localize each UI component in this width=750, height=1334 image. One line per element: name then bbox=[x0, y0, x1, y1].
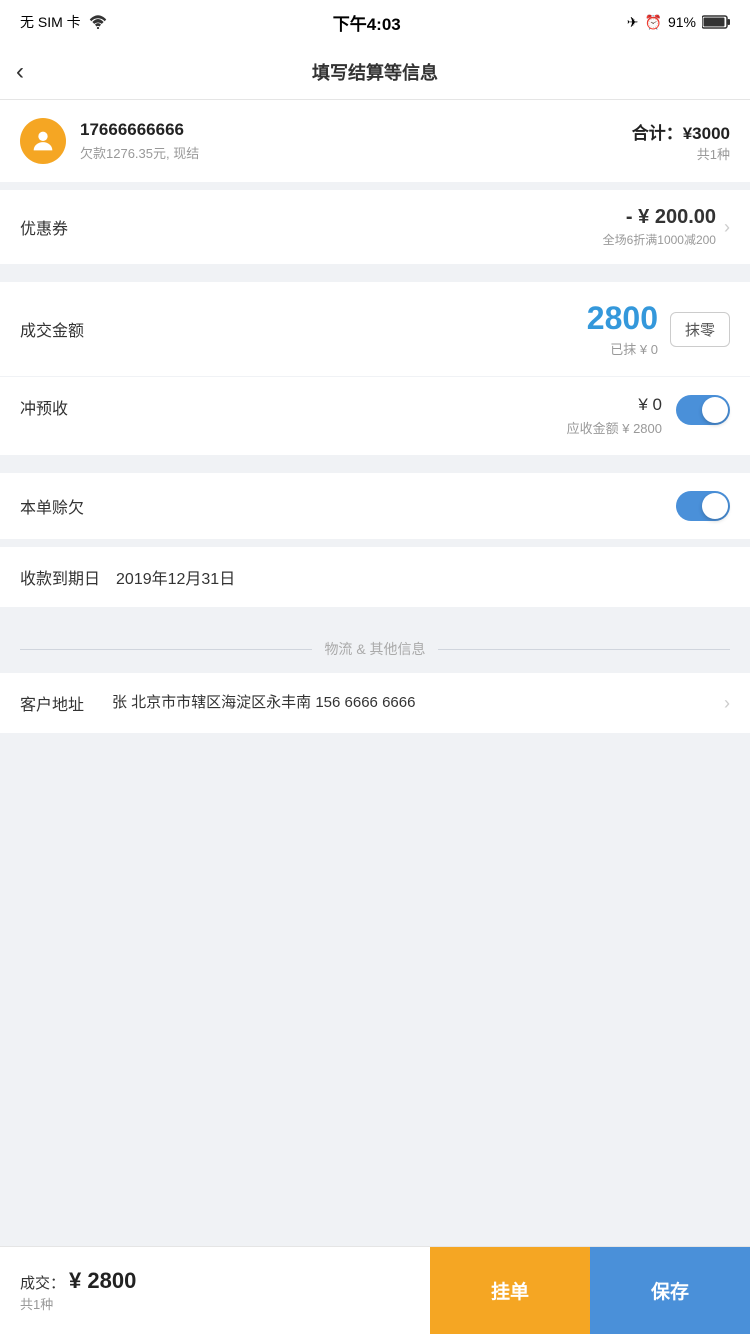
debt-row: 本单赊欠 bbox=[0, 473, 750, 539]
avatar-icon bbox=[29, 127, 57, 155]
nav-bar: ‹ 填写结算等信息 bbox=[0, 44, 750, 100]
prepayment-sub: 应收金额 ¥ 2800 bbox=[567, 418, 662, 437]
amount-block: 2800 已抹 ¥ 0 bbox=[587, 300, 658, 358]
status-time: 下午4:03 bbox=[333, 10, 401, 35]
debt-label: 本单赊欠 bbox=[20, 494, 84, 518]
save-button[interactable]: 保存 bbox=[590, 1247, 750, 1334]
page-title: 填写结算等信息 bbox=[312, 59, 438, 85]
divider-line-left bbox=[20, 649, 312, 650]
customer-left: 17666666666 欠款1276.35元, 现结 bbox=[20, 118, 199, 164]
coupon-right: - ¥ 200.00 全场6折满1000减200 › bbox=[603, 206, 730, 248]
coupon-desc: 全场6折满1000减200 bbox=[603, 231, 716, 248]
coupon-detail: - ¥ 200.00 全场6折满1000减200 bbox=[603, 206, 716, 248]
address-value: 张 北京市市辖区海淀区永丰南 156 6666 6666 bbox=[112, 692, 712, 715]
coupon-discount: - ¥ 200.00 bbox=[603, 206, 716, 229]
section-separator-3 bbox=[0, 615, 750, 625]
battery-icon bbox=[702, 15, 730, 29]
deal-label: 成交： bbox=[20, 1272, 65, 1293]
bottom-bar: 成交： ¥ 2800 共1种 挂单 保存 bbox=[0, 1246, 750, 1334]
due-date-label: 收款到期日 bbox=[20, 565, 100, 589]
chevron-right-icon: › bbox=[724, 217, 730, 238]
section-separator-2 bbox=[0, 463, 750, 473]
transaction-row: 成交金额 2800 已抹 ¥ 0 抹零 bbox=[0, 282, 750, 377]
total-value: 合计：¥3000 bbox=[632, 119, 730, 144]
empty-space bbox=[0, 741, 750, 861]
address-row[interactable]: 客户地址 张 北京市市辖区海淀区永丰南 156 6666 6666 › bbox=[0, 673, 750, 733]
avatar bbox=[20, 118, 66, 164]
status-right: ✈ ⏰ 91% bbox=[627, 14, 730, 31]
total-count: 共1种 bbox=[632, 144, 730, 163]
divider-line-right bbox=[438, 649, 730, 650]
prepayment-right: ¥ 0 应收金额 ¥ 2800 bbox=[567, 395, 730, 437]
prepayment-amount-block: ¥ 0 应收金额 ¥ 2800 bbox=[567, 395, 662, 437]
due-date-row: 收款到期日 2019年12月31日 bbox=[0, 547, 750, 607]
logistics-divider: 物流 & 其他信息 bbox=[0, 625, 750, 673]
prepayment-label: 冲预收 bbox=[20, 395, 100, 419]
prepayment-toggle[interactable] bbox=[676, 395, 730, 425]
sim-label: 无 SIM 卡 bbox=[20, 12, 81, 32]
debt-toggle[interactable] bbox=[676, 491, 730, 521]
deal-count: 共1种 bbox=[20, 1294, 410, 1313]
due-date-value: 2019年12月31日 bbox=[116, 565, 235, 589]
status-bar: 无 SIM 卡 下午4:03 ✈ ⏰ 91% bbox=[0, 0, 750, 44]
address-chevron-icon: › bbox=[724, 693, 730, 714]
customer-total: 合计：¥3000 共1种 bbox=[632, 119, 730, 163]
back-button[interactable]: ‹ bbox=[16, 58, 24, 86]
transaction-section: 成交金额 2800 已抹 ¥ 0 抹零 冲预收 ¥ 0 应收金额 ¥ 2800 bbox=[0, 282, 750, 455]
customer-card: 17666666666 欠款1276.35元, 现结 合计：¥3000 共1种 bbox=[0, 100, 750, 182]
coupon-label: 优惠券 bbox=[20, 215, 68, 239]
customer-phone: 17666666666 bbox=[80, 120, 199, 140]
customer-info: 17666666666 欠款1276.35元, 现结 bbox=[80, 120, 199, 162]
logistics-label: 物流 & 其他信息 bbox=[324, 639, 425, 659]
deal-line: 成交： ¥ 2800 bbox=[20, 1268, 410, 1294]
prepayment-amount: ¥ 0 bbox=[567, 395, 662, 415]
round-button[interactable]: 抹零 bbox=[670, 312, 730, 347]
amount-sub: 已抹 ¥ 0 bbox=[587, 339, 658, 358]
location-icon: ✈ bbox=[627, 14, 639, 31]
wifi-icon bbox=[89, 15, 107, 29]
section-separator-1 bbox=[0, 272, 750, 282]
transaction-label: 成交金额 bbox=[20, 317, 100, 341]
debt-toggle-knob bbox=[702, 493, 728, 519]
bottom-summary: 成交： ¥ 2800 共1种 bbox=[0, 1268, 430, 1313]
transaction-right: 2800 已抹 ¥ 0 抹零 bbox=[587, 300, 730, 358]
address-label: 客户地址 bbox=[20, 691, 100, 715]
deal-amount: ¥ 2800 bbox=[69, 1268, 136, 1294]
hang-button[interactable]: 挂单 bbox=[430, 1247, 590, 1334]
main-content: 17666666666 欠款1276.35元, 现结 合计：¥3000 共1种 … bbox=[0, 100, 750, 961]
status-left: 无 SIM 卡 bbox=[20, 12, 107, 32]
battery-percent: 91% bbox=[668, 14, 696, 30]
prepayment-row: 冲预收 ¥ 0 应收金额 ¥ 2800 bbox=[0, 377, 750, 455]
alarm-icon: ⏰ bbox=[645, 14, 662, 31]
customer-debt: 欠款1276.35元, 现结 bbox=[80, 143, 199, 162]
amount-value: 2800 bbox=[587, 300, 658, 337]
coupon-row[interactable]: 优惠券 - ¥ 200.00 全场6折满1000减200 › bbox=[0, 190, 750, 264]
toggle-knob bbox=[702, 397, 728, 423]
